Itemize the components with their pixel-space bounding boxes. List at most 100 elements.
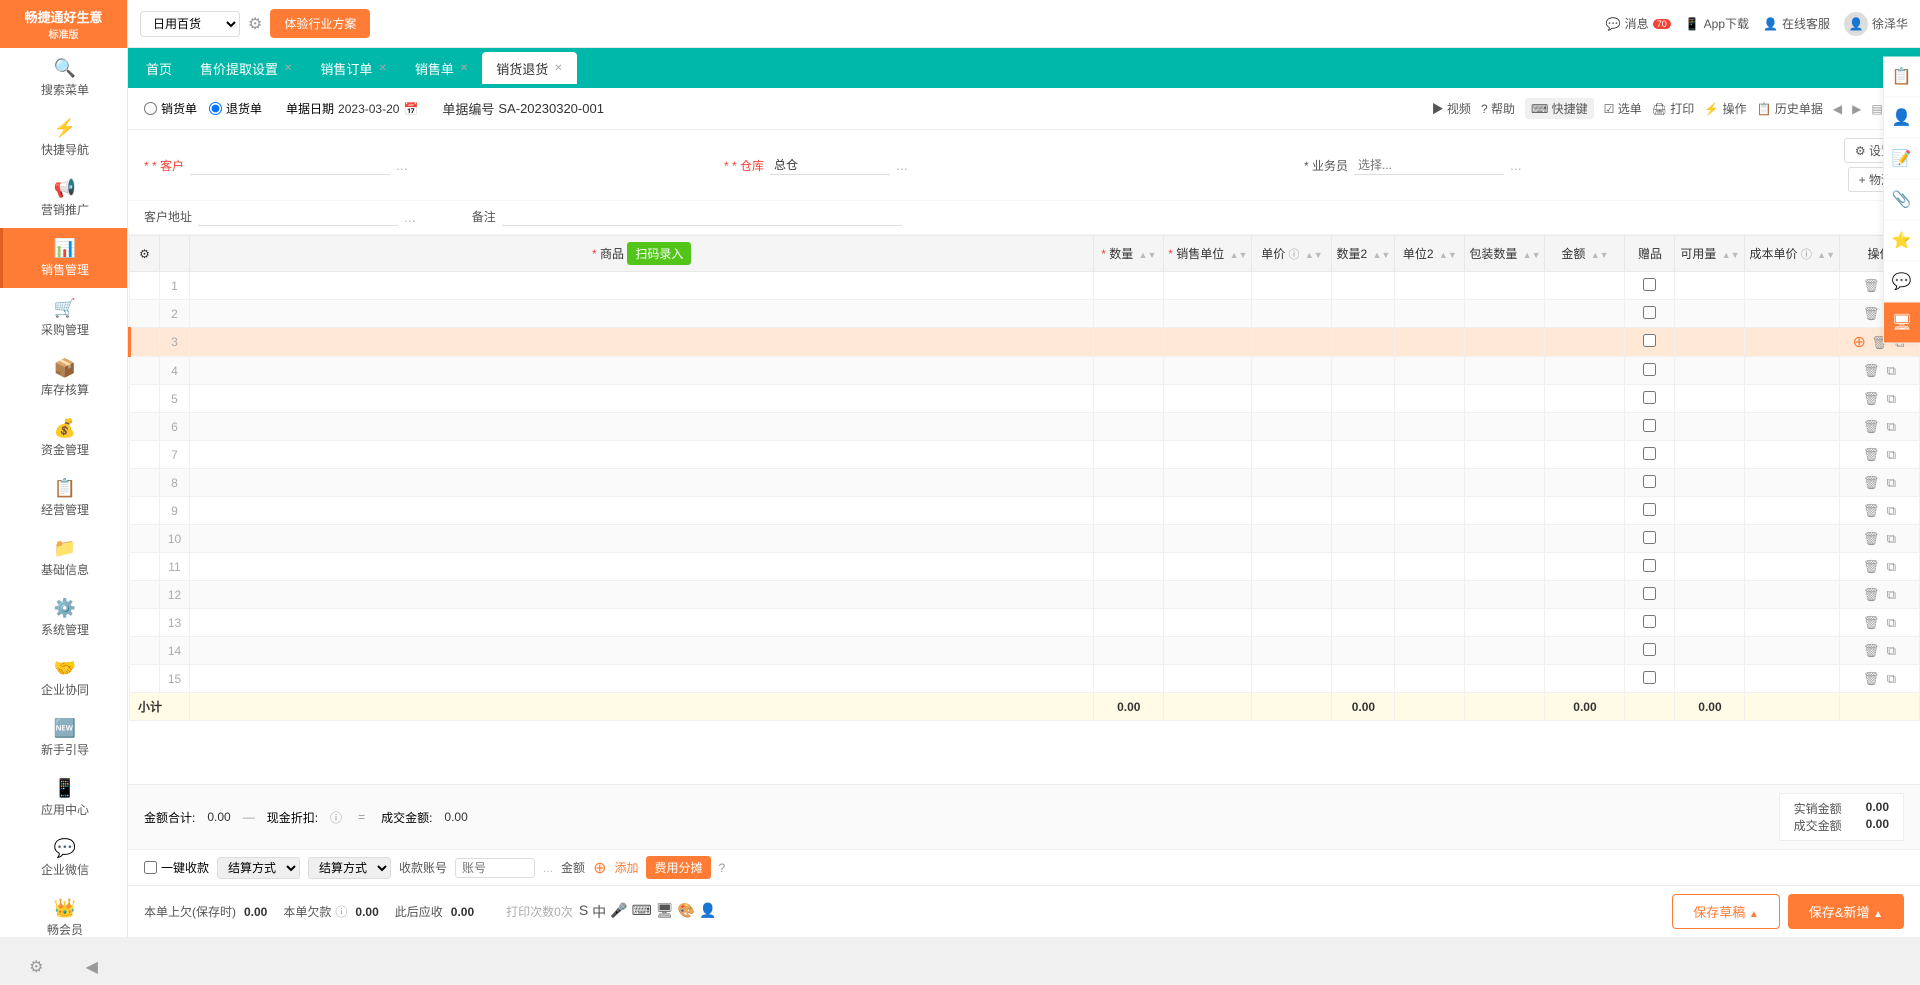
row-qty2-15[interactable] (1332, 665, 1395, 693)
sidebar-item-inventory[interactable]: 📦 库存核算 (0, 348, 127, 408)
row-unit2-12[interactable] (1395, 581, 1465, 609)
radio-sales[interactable]: 销货单 (144, 100, 197, 117)
row-qty-5[interactable] (1094, 385, 1164, 413)
row-qty-6[interactable] (1094, 413, 1164, 441)
row-gift-13[interactable] (1625, 609, 1675, 637)
staff-input[interactable] (1354, 156, 1504, 175)
row-amount-7[interactable] (1545, 441, 1625, 469)
row-qty2-13[interactable] (1332, 609, 1395, 637)
row-costprice-11[interactable] (1745, 553, 1840, 581)
row-qty2-7[interactable] (1332, 441, 1395, 469)
sidebar-item-system[interactable]: ⚙️ 系统管理 (0, 588, 127, 648)
row-price-9[interactable] (1252, 497, 1332, 525)
row-qty-9[interactable] (1094, 497, 1164, 525)
row-qty2-6[interactable] (1332, 413, 1395, 441)
row-price-6[interactable] (1252, 413, 1332, 441)
row-unit-3[interactable] (1164, 328, 1252, 357)
row-unit-8[interactable] (1164, 469, 1252, 497)
right-icon-display[interactable]: 🖥 (1884, 303, 1920, 344)
settle-method-select[interactable]: 结算方式 (217, 857, 300, 879)
row-packqty-6[interactable] (1465, 413, 1545, 441)
row-qty-1[interactable] (1094, 272, 1164, 300)
row-avail-10[interactable] (1675, 525, 1745, 553)
radio-sales-input[interactable] (144, 102, 157, 115)
row-amount-6[interactable] (1545, 413, 1625, 441)
unit-sort[interactable]: ▲▼ (1230, 250, 1248, 260)
row-amount-15[interactable] (1545, 665, 1625, 693)
copy-row-btn-8[interactable]: ⧉ (1887, 475, 1896, 491)
row-unit-12[interactable] (1164, 581, 1252, 609)
row-qty-2[interactable] (1094, 300, 1164, 328)
row-packqty-12[interactable] (1465, 581, 1545, 609)
fee-split-button[interactable]: 费用分摊 (646, 856, 710, 879)
pack-sort[interactable]: ▲▼ (1523, 250, 1541, 260)
right-icon-customer[interactable]: 👤 (1884, 98, 1920, 139)
row-amount-11[interactable] (1545, 553, 1625, 581)
row-avail-5[interactable] (1675, 385, 1745, 413)
prev-doc-icon[interactable]: ◀ (1833, 102, 1842, 116)
row-gift-3[interactable] (1625, 328, 1675, 357)
row-packqty-5[interactable] (1465, 385, 1545, 413)
delete-row-btn-8[interactable]: 🗑 (1863, 475, 1880, 491)
row-costprice-10[interactable] (1745, 525, 1840, 553)
row-avail-7[interactable] (1675, 441, 1745, 469)
delete-row-btn-15[interactable]: 🗑 (1863, 671, 1880, 687)
delete-row-btn-14[interactable]: 🗑 (1863, 643, 1880, 659)
gift-checkbox-1[interactable] (1643, 278, 1656, 291)
row-amount-3[interactable] (1545, 328, 1625, 357)
customer-input[interactable] (190, 156, 390, 175)
amount-sort[interactable]: ▲▼ (1591, 250, 1609, 260)
one-click-checkbox[interactable] (144, 861, 157, 874)
palette-icon[interactable]: 🎨 (678, 902, 695, 922)
row-price-4[interactable] (1252, 357, 1332, 385)
row-unit2-15[interactable] (1395, 665, 1465, 693)
row-gift-1[interactable] (1625, 272, 1675, 300)
row-unit2-13[interactable] (1395, 609, 1465, 637)
row-gift-11[interactable] (1625, 553, 1675, 581)
gift-checkbox-13[interactable] (1643, 615, 1656, 628)
add-icon[interactable]: ⊕ (593, 858, 606, 878)
discount-help-icon[interactable]: ⓘ (330, 809, 342, 826)
sidebar-item-purchase[interactable]: 🛒 采购管理 (0, 288, 127, 348)
gift-checkbox-12[interactable] (1643, 587, 1656, 600)
gift-checkbox-14[interactable] (1643, 643, 1656, 656)
row-packqty-7[interactable] (1465, 441, 1545, 469)
qty2-sort[interactable]: ▲▼ (1372, 250, 1390, 260)
delete-row-btn-1[interactable]: 🗑 (1863, 278, 1880, 294)
row-qty-12[interactable] (1094, 581, 1164, 609)
gift-checkbox-8[interactable] (1643, 475, 1656, 488)
online-service-item[interactable]: 👤 在线客服 (1763, 15, 1830, 32)
row-costprice-15[interactable] (1745, 665, 1840, 693)
row-costprice-1[interactable] (1745, 272, 1840, 300)
sidebar-item-marketing[interactable]: 📢 营销推广 (0, 168, 127, 228)
row-costprice-9[interactable] (1745, 497, 1840, 525)
row-price-15[interactable] (1252, 665, 1332, 693)
costprice-help-icon[interactable]: ⓘ (1801, 249, 1812, 261)
row-price-5[interactable] (1252, 385, 1332, 413)
debt-icon[interactable]: ⓘ (335, 903, 347, 920)
settings-icon[interactable]: ⚙ (29, 957, 43, 977)
gift-checkbox-15[interactable] (1643, 671, 1656, 684)
gift-checkbox-2[interactable] (1643, 306, 1656, 319)
copy-row-btn-15[interactable]: ⧉ (1887, 671, 1896, 687)
row-price-8[interactable] (1252, 469, 1332, 497)
row-avail-2[interactable] (1675, 300, 1745, 328)
save-draft-button[interactable]: 保存草稿 ▲ (1672, 894, 1780, 929)
costprice-sort[interactable]: ▲▼ (1817, 250, 1835, 260)
tab-close-price-extract[interactable]: ✕ (284, 63, 292, 74)
row-amount-4[interactable] (1545, 357, 1625, 385)
row-costprice-6[interactable] (1745, 413, 1840, 441)
row-avail-8[interactable] (1675, 469, 1745, 497)
delete-row-btn-9[interactable]: 🗑 (1863, 503, 1880, 519)
row-avail-3[interactable] (1675, 328, 1745, 357)
row-packqty-13[interactable] (1465, 609, 1545, 637)
tab-sales[interactable]: 销售单 ✕ (401, 52, 482, 84)
row-costprice-2[interactable] (1745, 300, 1840, 328)
gift-checkbox-4[interactable] (1643, 363, 1656, 376)
fee-help-icon[interactable]: ? (719, 861, 726, 875)
tab-close-sales-order[interactable]: ✕ (378, 63, 386, 74)
tab-price-extract[interactable]: 售价提取设置 ✕ (186, 52, 306, 84)
gift-checkbox-11[interactable] (1643, 559, 1656, 572)
right-icon-msg[interactable]: 💬 (1884, 262, 1920, 303)
calendar-icon[interactable]: 📅 (403, 102, 418, 116)
